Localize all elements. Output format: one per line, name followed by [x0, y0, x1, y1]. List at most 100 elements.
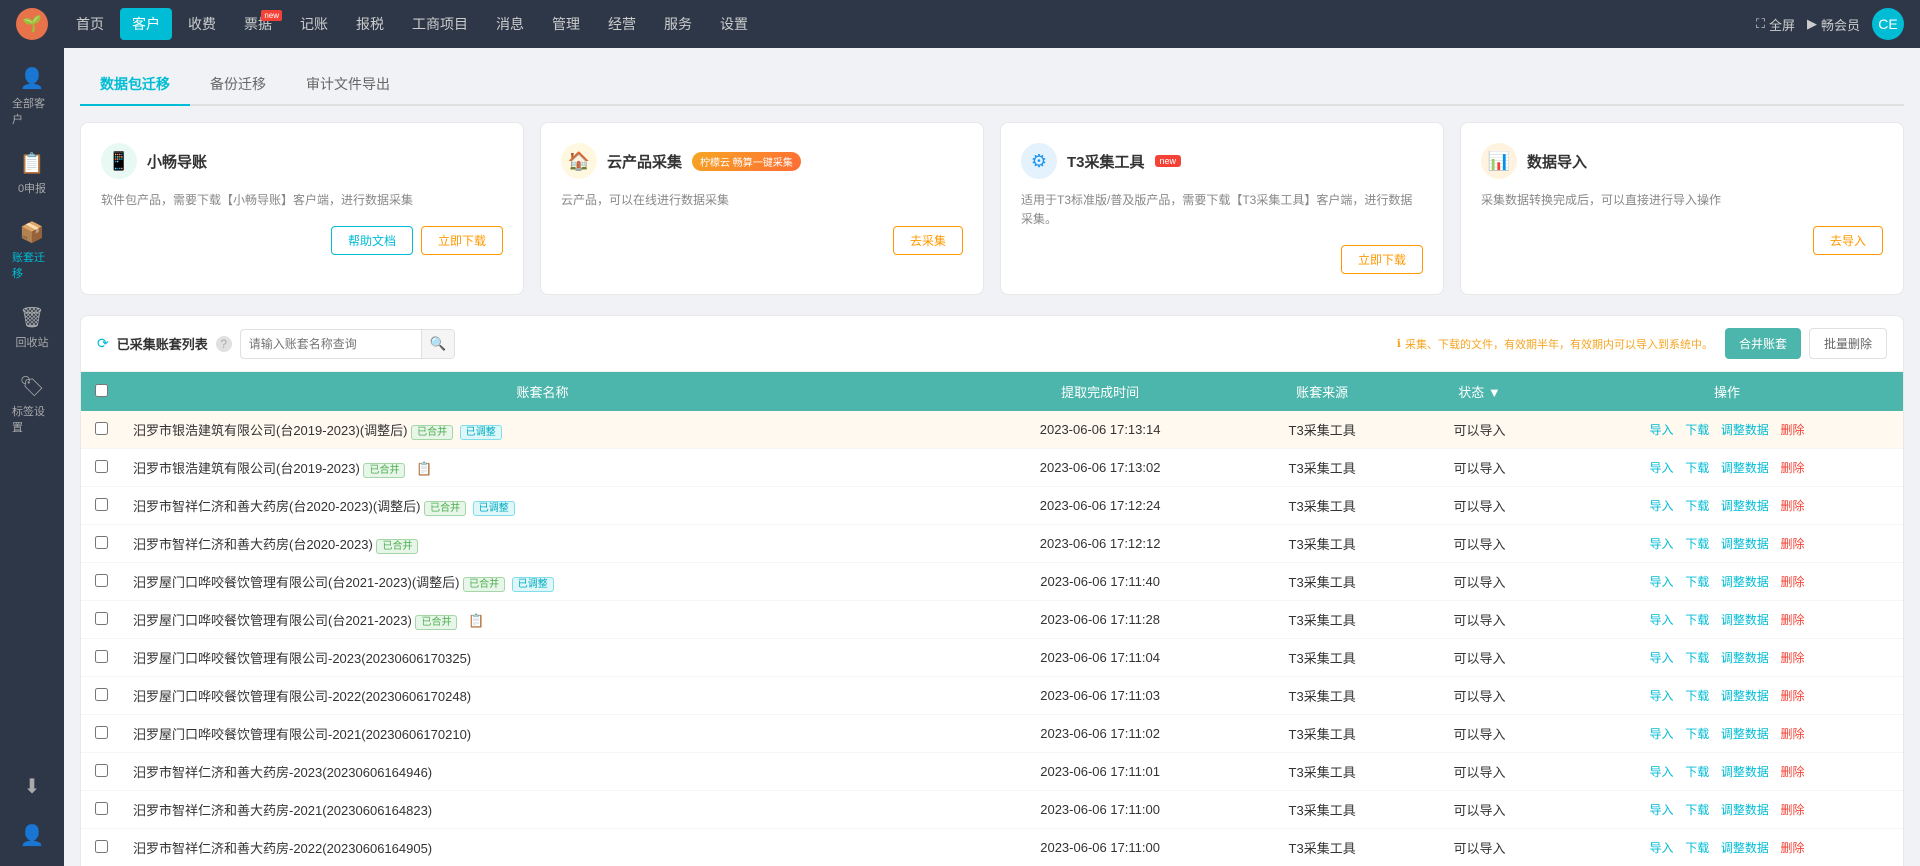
- action-download[interactable]: 下载: [1685, 803, 1709, 817]
- cloud-product-collect-btn[interactable]: 去采集: [893, 226, 963, 255]
- action-delete[interactable]: 删除: [1780, 537, 1804, 551]
- help-icon[interactable]: ?: [216, 336, 232, 352]
- sidebar-item-all-customers[interactable]: 👤 全部客户: [4, 56, 60, 137]
- search-button[interactable]: 🔍: [421, 330, 455, 358]
- row-checkbox[interactable]: [95, 802, 108, 815]
- row-checkbox[interactable]: [95, 574, 108, 587]
- action-adjust[interactable]: 调整数据: [1721, 803, 1769, 817]
- action-adjust[interactable]: 调整数据: [1721, 461, 1769, 475]
- action-download[interactable]: 下载: [1685, 423, 1709, 437]
- action-import[interactable]: 导入: [1650, 613, 1674, 627]
- refresh-icon[interactable]: ⟳: [97, 335, 109, 352]
- row-checkbox[interactable]: [95, 688, 108, 701]
- xiao-chang-download-btn[interactable]: 立即下载: [421, 226, 503, 255]
- action-adjust[interactable]: 调整数据: [1721, 423, 1769, 437]
- action-download[interactable]: 下载: [1685, 841, 1709, 855]
- action-download[interactable]: 下载: [1685, 689, 1709, 703]
- action-import[interactable]: 导入: [1650, 423, 1674, 437]
- row-checkbox[interactable]: [95, 650, 108, 663]
- action-import[interactable]: 导入: [1650, 651, 1674, 665]
- nav-item-bookkeeping[interactable]: 记账: [288, 8, 340, 40]
- action-delete[interactable]: 删除: [1780, 727, 1804, 741]
- merge-button[interactable]: 合并账套: [1725, 328, 1801, 359]
- select-all-checkbox[interactable]: [95, 384, 108, 397]
- nav-item-settings[interactable]: 设置: [708, 8, 760, 40]
- action-adjust[interactable]: 调整数据: [1721, 727, 1769, 741]
- action-adjust[interactable]: 调整数据: [1721, 689, 1769, 703]
- action-delete[interactable]: 删除: [1780, 765, 1804, 779]
- sidebar-item-zero-declare[interactable]: 📋 0申报: [4, 141, 60, 206]
- action-adjust[interactable]: 调整数据: [1721, 575, 1769, 589]
- xiao-chang-help-btn[interactable]: 帮助文档: [331, 226, 413, 255]
- nav-item-manage[interactable]: 管理: [540, 8, 592, 40]
- action-download[interactable]: 下载: [1685, 765, 1709, 779]
- action-import[interactable]: 导入: [1650, 727, 1674, 741]
- tab-backup-migration[interactable]: 备份迁移: [190, 64, 286, 106]
- action-adjust[interactable]: 调整数据: [1721, 651, 1769, 665]
- action-delete[interactable]: 删除: [1780, 499, 1804, 513]
- action-download[interactable]: 下载: [1685, 613, 1709, 627]
- row-checkbox[interactable]: [95, 460, 108, 473]
- action-download[interactable]: 下载: [1685, 727, 1709, 741]
- row-checkbox[interactable]: [95, 726, 108, 739]
- action-import[interactable]: 导入: [1650, 765, 1674, 779]
- action-download[interactable]: 下载: [1685, 499, 1709, 513]
- nav-item-operation[interactable]: 经营: [596, 8, 648, 40]
- action-adjust[interactable]: 调整数据: [1721, 841, 1769, 855]
- data-import-goto-btn[interactable]: 去导入: [1813, 226, 1883, 255]
- row-checkbox[interactable]: [95, 612, 108, 625]
- row-name: 汨罗市智祥仁济和善大药房-2023(20230606164946): [121, 753, 964, 791]
- tab-audit-export[interactable]: 审计文件导出: [286, 64, 410, 106]
- action-delete[interactable]: 删除: [1780, 803, 1804, 817]
- action-import[interactable]: 导入: [1650, 841, 1674, 855]
- action-adjust[interactable]: 调整数据: [1721, 537, 1769, 551]
- action-import[interactable]: 导入: [1650, 575, 1674, 589]
- sidebar-item-recycle[interactable]: 🗑 回收站: [4, 295, 60, 360]
- action-import[interactable]: 导入: [1650, 803, 1674, 817]
- nav-item-tax[interactable]: 报税: [344, 8, 396, 40]
- tab-data-migration[interactable]: 数据包迁移: [80, 64, 190, 106]
- action-import[interactable]: 导入: [1650, 689, 1674, 703]
- row-checkbox[interactable]: [95, 840, 108, 853]
- action-delete[interactable]: 删除: [1780, 613, 1804, 627]
- nav-item-business[interactable]: 工商项目: [400, 8, 480, 40]
- table-row: 汨罗市银浩建筑有限公司(台2019-2023) 已合并 📋2023-06-06 …: [81, 449, 1903, 487]
- nav-item-invoice[interactable]: 票据new: [232, 8, 284, 40]
- action-import[interactable]: 导入: [1650, 461, 1674, 475]
- search-input[interactable]: [241, 337, 421, 351]
- action-adjust[interactable]: 调整数据: [1721, 613, 1769, 627]
- sidebar-item-user[interactable]: 👤: [4, 813, 60, 858]
- nav-item-service[interactable]: 服务: [652, 8, 704, 40]
- nav-item-message[interactable]: 消息: [484, 8, 536, 40]
- row-checkbox[interactable]: [95, 498, 108, 511]
- batch-delete-button[interactable]: 批量删除: [1809, 328, 1887, 359]
- action-delete[interactable]: 删除: [1780, 461, 1804, 475]
- row-checkbox[interactable]: [95, 422, 108, 435]
- row-checkbox[interactable]: [95, 536, 108, 549]
- action-import[interactable]: 导入: [1650, 499, 1674, 513]
- action-adjust[interactable]: 调整数据: [1721, 499, 1769, 513]
- avatar[interactable]: CE: [1872, 8, 1904, 40]
- action-delete[interactable]: 删除: [1780, 651, 1804, 665]
- logo[interactable]: 🌱: [16, 8, 48, 40]
- action-download[interactable]: 下载: [1685, 651, 1709, 665]
- action-delete[interactable]: 删除: [1780, 689, 1804, 703]
- action-download[interactable]: 下载: [1685, 461, 1709, 475]
- sidebar-item-download[interactable]: ⬇: [4, 764, 60, 809]
- action-import[interactable]: 导入: [1650, 537, 1674, 551]
- sidebar-item-migration[interactable]: 📦 账套迁移: [4, 210, 60, 291]
- sidebar-item-tag-settings[interactable]: 🏷 标签设置: [4, 364, 60, 445]
- action-delete[interactable]: 删除: [1780, 423, 1804, 437]
- t3-tool-download-btn[interactable]: 立即下载: [1341, 245, 1423, 274]
- action-delete[interactable]: 删除: [1780, 841, 1804, 855]
- action-download[interactable]: 下载: [1685, 575, 1709, 589]
- nav-item-fee[interactable]: 收费: [176, 8, 228, 40]
- action-download[interactable]: 下载: [1685, 537, 1709, 551]
- action-delete[interactable]: 删除: [1780, 575, 1804, 589]
- fullscreen-button[interactable]: ⛶ 全屏: [1756, 15, 1795, 34]
- nav-item-home[interactable]: 首页: [64, 8, 116, 40]
- row-checkbox[interactable]: [95, 764, 108, 777]
- member-button[interactable]: ▶ 畅会员: [1807, 15, 1860, 34]
- action-adjust[interactable]: 调整数据: [1721, 765, 1769, 779]
- nav-item-customer[interactable]: 客户: [120, 8, 172, 40]
